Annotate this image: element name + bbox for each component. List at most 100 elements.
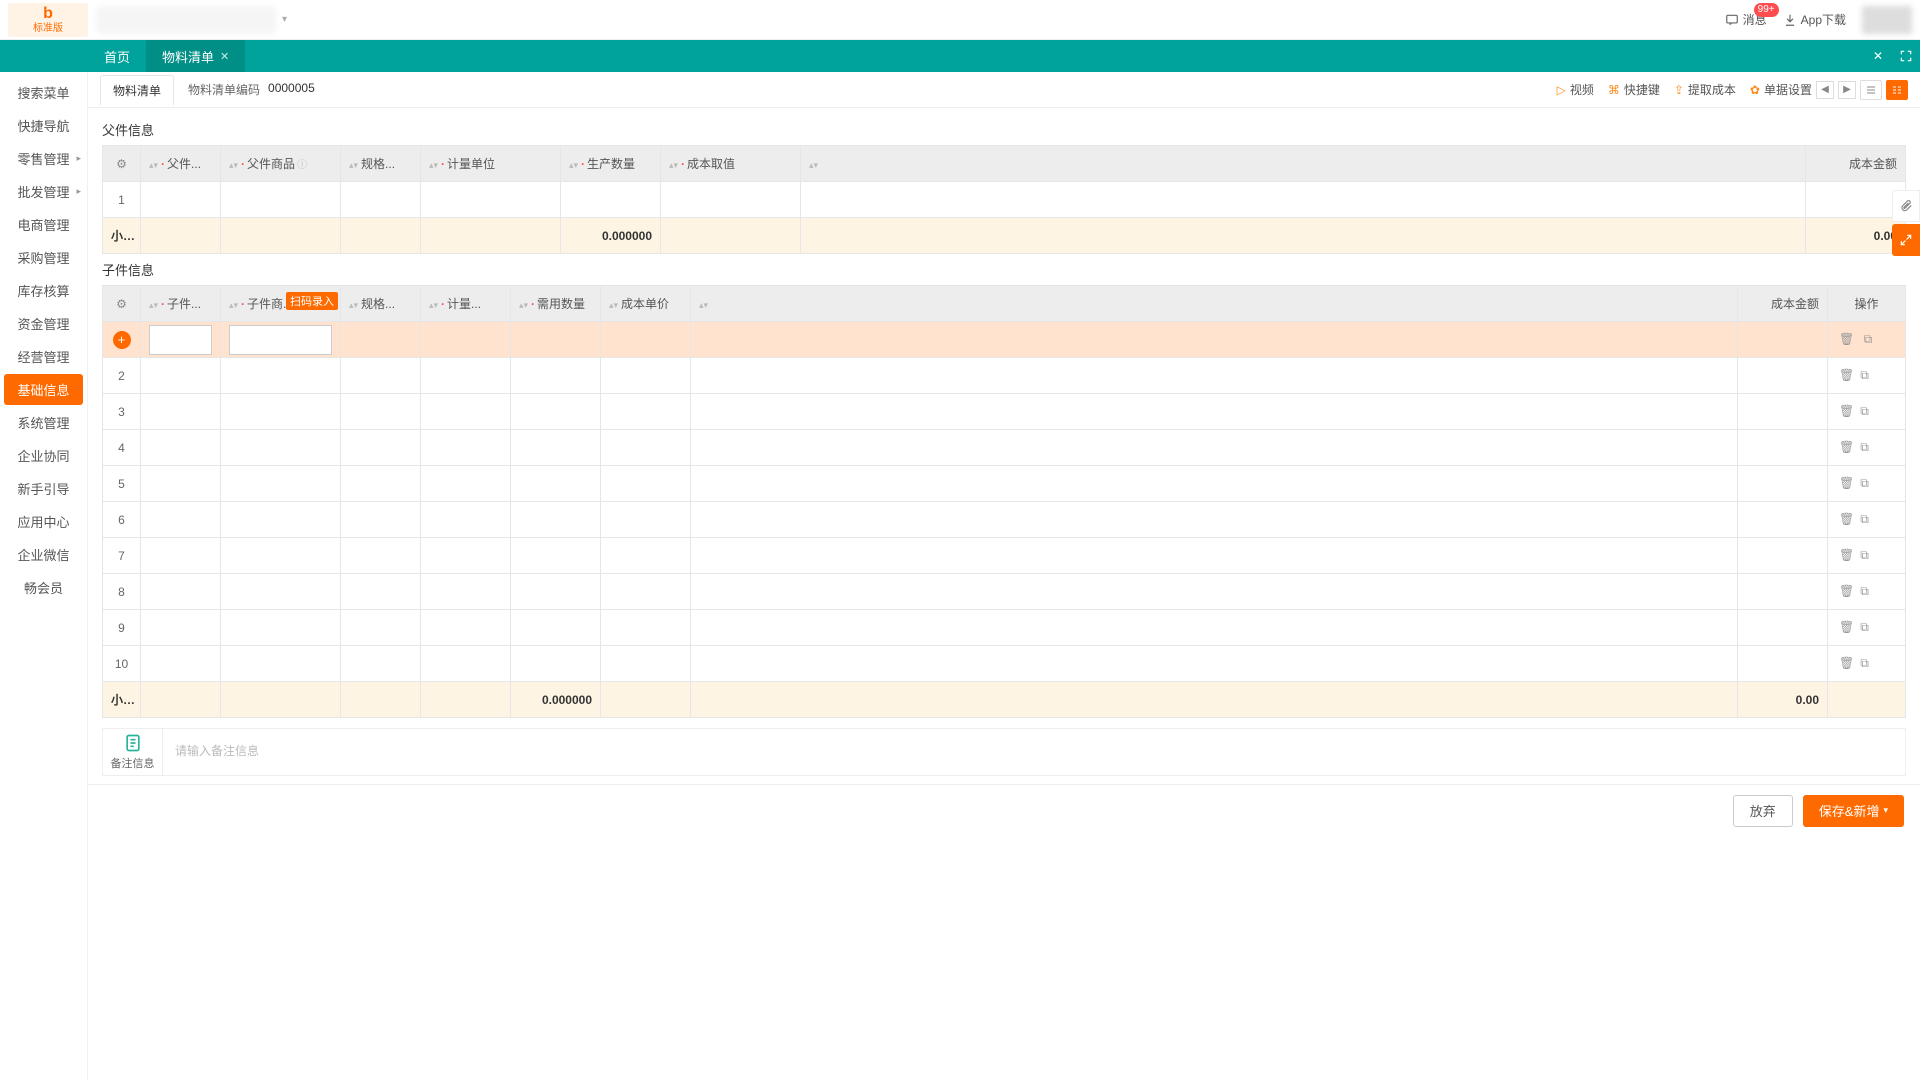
tool-shortcut[interactable]: ⌘快捷键 xyxy=(1608,81,1660,98)
view-grid-button[interactable] xyxy=(1886,80,1908,100)
gear-icon[interactable]: ⚙ xyxy=(103,286,141,322)
close-icon[interactable]: ✕ xyxy=(220,50,229,63)
save-new-label: 保存&新增 xyxy=(1819,801,1880,820)
chevron-down-icon[interactable]: ▾ xyxy=(1883,805,1888,816)
sidebar-item[interactable]: 企业协同 xyxy=(0,439,87,472)
col-parent-spec[interactable]: ▴▾规格... xyxy=(341,146,421,182)
copy-icon[interactable]: ⧉ xyxy=(1860,584,1869,598)
table-row[interactable]: 6🗑⧉ xyxy=(103,502,1906,538)
prev-doc-button[interactable]: ◀ xyxy=(1816,81,1834,99)
sidebar-item[interactable]: 应用中心 xyxy=(0,505,87,538)
help-icon[interactable]: ⓘ xyxy=(297,160,307,171)
child-product-input[interactable] xyxy=(229,325,332,355)
doc-tab-bom[interactable]: 物料清单 xyxy=(100,75,174,105)
delete-icon[interactable]: 🗑 xyxy=(1839,368,1854,382)
delete-icon[interactable]: 🗑 xyxy=(1839,440,1854,454)
tab-home[interactable]: 首页 xyxy=(88,40,146,72)
save-and-new-button[interactable]: 保存&新增 ▾ xyxy=(1803,795,1904,827)
sidebar-item[interactable]: 电商管理 xyxy=(0,208,87,241)
table-row[interactable]: 10🗑⧉ xyxy=(103,646,1906,682)
child-code-input[interactable] xyxy=(149,325,212,355)
expand-button[interactable] xyxy=(1892,224,1920,256)
delete-icon[interactable]: 🗑 xyxy=(1839,476,1854,490)
tool-doc-setting[interactable]: ✿单据设置 xyxy=(1750,81,1812,98)
col-child-spec[interactable]: ▴▾规格... xyxy=(341,286,421,322)
delete-icon[interactable]: 🗑 xyxy=(1839,620,1854,634)
sidebar-item[interactable]: 系统管理 xyxy=(0,406,87,439)
messages-button[interactable]: 消息 99+ xyxy=(1725,11,1767,28)
delete-icon[interactable]: 🗑 xyxy=(1839,656,1854,670)
doc-code-label: 物料清单编码 xyxy=(188,81,260,98)
scan-input-badge[interactable]: 扫码录入 xyxy=(286,292,338,310)
col-parent-blank[interactable]: ▴▾ xyxy=(801,146,1806,182)
discard-button[interactable]: 放弃 xyxy=(1733,795,1793,827)
col-parent-code[interactable]: ▴▾父件... xyxy=(141,146,221,182)
copy-icon[interactable]: ⧉ xyxy=(1860,440,1869,454)
copy-icon[interactable]: ⧉ xyxy=(1860,548,1869,562)
col-parent-qty[interactable]: ▴▾生产数量 xyxy=(561,146,661,182)
sidebar-item[interactable]: 零售管理▸ xyxy=(0,142,87,175)
parent-subtotal-qty: 0.000000 xyxy=(561,218,661,254)
col-child-unit[interactable]: ▴▾计量... xyxy=(421,286,511,322)
copy-icon[interactable]: ⧉ xyxy=(1860,656,1869,670)
attachment-button[interactable] xyxy=(1892,190,1920,222)
app-download-button[interactable]: App下载 xyxy=(1783,11,1846,28)
table-row[interactable]: 4 🗑 ⧉ xyxy=(103,430,1906,466)
tool-video[interactable]: ▷视频 xyxy=(1557,81,1594,98)
col-child-code[interactable]: ▴▾子件... xyxy=(141,286,221,322)
col-child-product[interactable]: ▴▾子件商...扫码录入 xyxy=(221,286,341,322)
tab-close-button[interactable]: ✕ xyxy=(1864,40,1892,72)
row-index: 5 xyxy=(103,466,141,502)
table-row[interactable]: + 🗑 ⧉ xyxy=(103,322,1906,358)
sidebar-item[interactable]: 搜索菜单 xyxy=(0,76,87,109)
copy-icon[interactable]: ⧉ xyxy=(1860,512,1869,526)
table-row[interactable]: 1 xyxy=(103,182,1906,218)
row-index: 4 xyxy=(103,430,141,466)
next-doc-button[interactable]: ▶ xyxy=(1838,81,1856,99)
sidebar-item[interactable]: 采购管理 xyxy=(0,241,87,274)
add-row-button[interactable]: + xyxy=(113,331,131,349)
table-row[interactable]: 9🗑⧉ xyxy=(103,610,1906,646)
sidebar-item[interactable]: 企业微信 xyxy=(0,538,87,571)
copy-icon[interactable]: ⧉ xyxy=(1860,368,1869,382)
col-child-qty[interactable]: ▴▾需用数量 xyxy=(511,286,601,322)
sidebar-item[interactable]: 资金管理 xyxy=(0,307,87,340)
col-child-price[interactable]: ▴▾成本单价 xyxy=(601,286,691,322)
delete-icon[interactable]: 🗑 xyxy=(1839,404,1854,418)
col-parent-costsrc[interactable]: ▴▾成本取值 xyxy=(661,146,801,182)
col-parent-amt[interactable]: 成本金额 xyxy=(1806,146,1906,182)
delete-icon[interactable]: 🗑 xyxy=(1839,584,1854,598)
sidebar-item[interactable]: 基础信息 xyxy=(4,374,83,405)
col-parent-product[interactable]: ▴▾父件商品ⓘ xyxy=(221,146,341,182)
copy-icon[interactable]: ⧉ xyxy=(1860,476,1869,490)
tool-extract-cost[interactable]: ⇪提取成本 xyxy=(1674,81,1736,98)
sidebar-item[interactable]: 批发管理▸ xyxy=(0,175,87,208)
delete-icon[interactable]: 🗑 xyxy=(1839,512,1854,526)
delete-icon[interactable]: 🗑 xyxy=(1839,548,1854,562)
table-row[interactable]: 3🗑⧉ xyxy=(103,394,1906,430)
gear-icon[interactable]: ⚙ xyxy=(103,146,141,182)
user-avatar[interactable] xyxy=(1862,6,1912,34)
tab-bom[interactable]: 物料清单 ✕ xyxy=(146,40,245,72)
delete-icon[interactable]: 🗑 xyxy=(1839,332,1854,346)
sidebar-item[interactable]: 畅会员 xyxy=(0,571,87,604)
sidebar-item[interactable]: 经营管理 xyxy=(0,340,87,373)
table-row[interactable]: 2🗑⧉ xyxy=(103,358,1906,394)
table-row[interactable]: 8🗑⧉ xyxy=(103,574,1906,610)
copy-icon[interactable]: ⧉ xyxy=(1860,620,1869,634)
sidebar-item[interactable]: 快捷导航 xyxy=(0,109,87,142)
remark-input[interactable] xyxy=(163,729,1905,773)
fullscreen-icon[interactable] xyxy=(1892,40,1920,72)
sidebar-item[interactable]: 新手引导 xyxy=(0,472,87,505)
col-child-blank[interactable]: ▴▾ xyxy=(691,286,1738,322)
view-list-button[interactable] xyxy=(1860,80,1882,100)
copy-icon[interactable]: ⧉ xyxy=(1860,404,1869,418)
table-row[interactable]: 7🗑⧉ xyxy=(103,538,1906,574)
child-subtotal-row: 小计0.0000000.00 xyxy=(103,682,1906,718)
copy-icon[interactable]: ⧉ xyxy=(1864,332,1873,346)
org-selector[interactable] xyxy=(96,6,276,34)
col-child-amt[interactable]: 成本金额 xyxy=(1738,286,1828,322)
col-parent-unit[interactable]: ▴▾计量单位 xyxy=(421,146,561,182)
table-row[interactable]: 5 🗑 ⧉ xyxy=(103,466,1906,502)
sidebar-item[interactable]: 库存核算 xyxy=(0,274,87,307)
